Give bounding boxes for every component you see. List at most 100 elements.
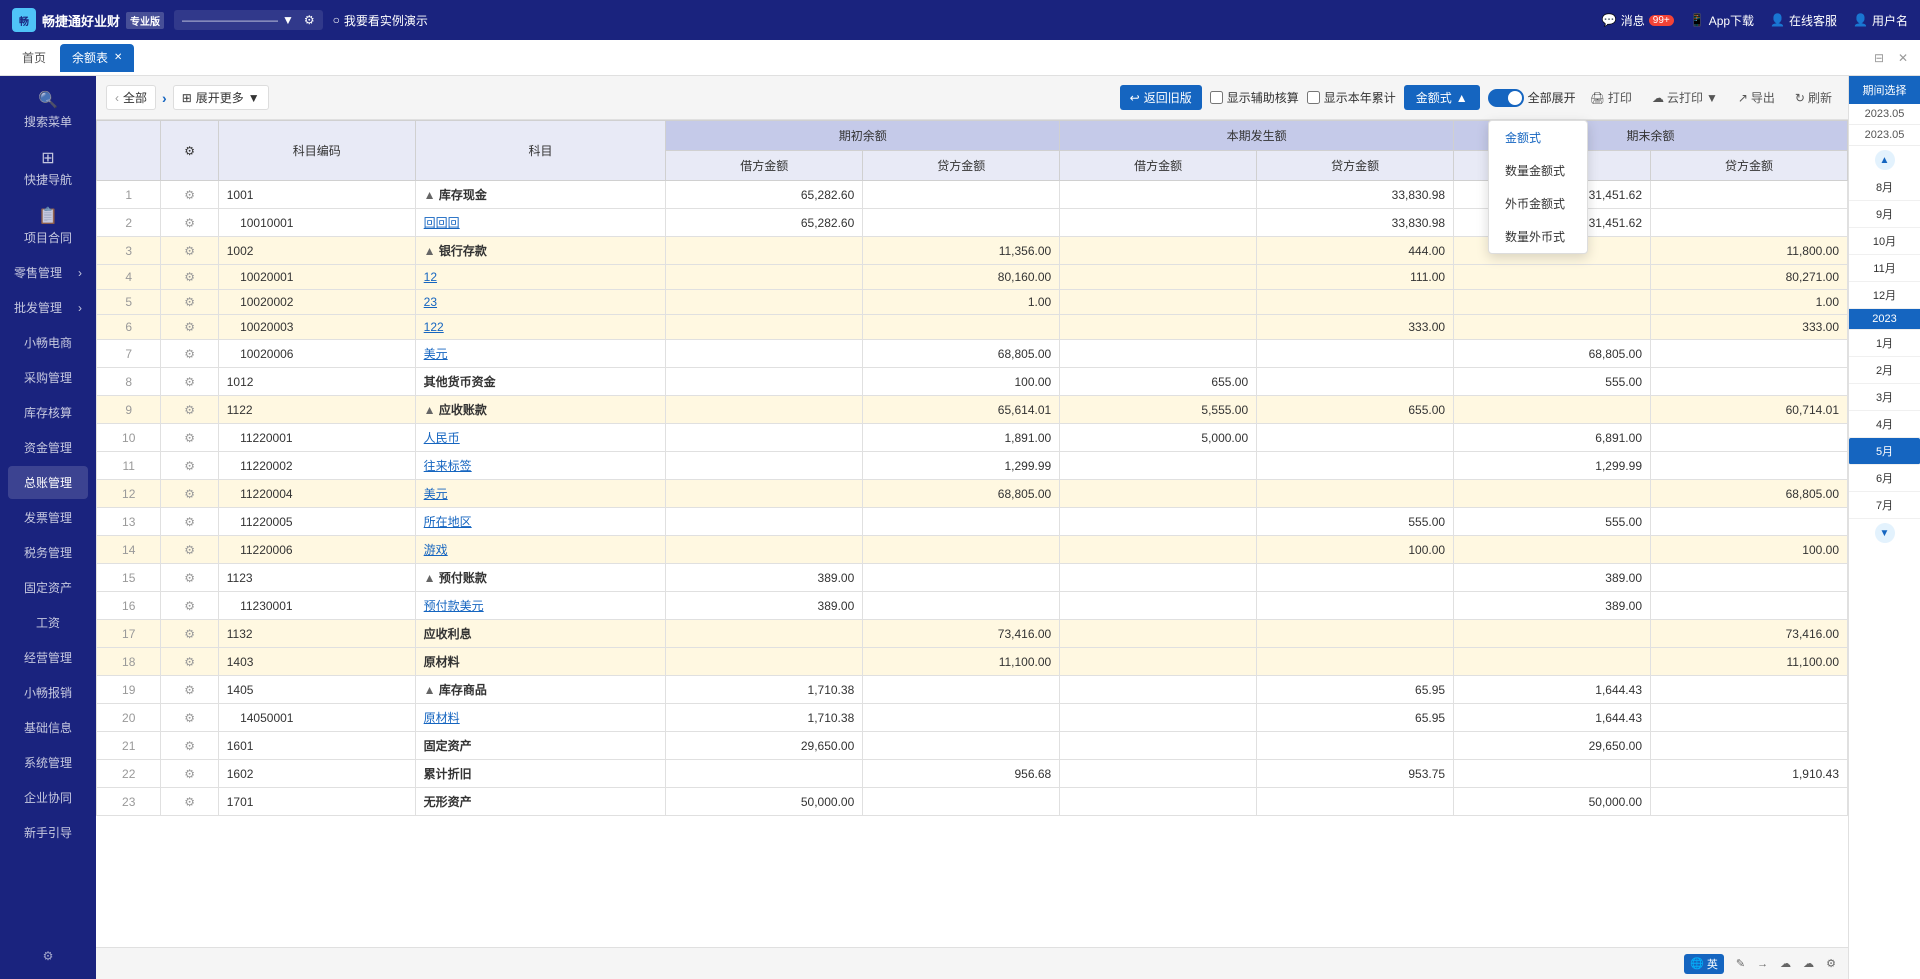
cell-name[interactable]: 回回回: [415, 209, 666, 237]
sidebar-item-operations[interactable]: 经营管理: [8, 641, 88, 674]
sidebar-settings-btn[interactable]: ⚙: [8, 941, 88, 971]
period-month-10[interactable]: 10月: [1849, 228, 1920, 255]
period-month-4[interactable]: 4月: [1849, 411, 1920, 438]
period-month-12[interactable]: 12月: [1849, 282, 1920, 309]
cell-settings[interactable]: ⚙: [161, 424, 218, 452]
cell-settings[interactable]: ⚙: [161, 452, 218, 480]
sidebar-item-fixed-assets[interactable]: 固定资产: [8, 571, 88, 604]
tab-balance[interactable]: 余额表 ✕: [60, 44, 134, 72]
show-ytd-checkbox-label[interactable]: 显示本年累计: [1307, 89, 1396, 106]
sidebar-item-tax[interactable]: 税务管理: [8, 536, 88, 569]
sidebar-item-retail[interactable]: 零售管理 ›: [8, 256, 88, 289]
period-month-8[interactable]: 8月: [1849, 174, 1920, 201]
cell-name[interactable]: 23: [415, 290, 666, 315]
expand-all-toggle[interactable]: 全部展开: [1488, 89, 1576, 107]
cell-settings[interactable]: ⚙: [161, 536, 218, 564]
sidebar-item-guide[interactable]: 新手引导: [8, 816, 88, 849]
cell-settings[interactable]: ⚙: [161, 396, 218, 424]
cell-name[interactable]: 游戏: [415, 536, 666, 564]
period-month-3[interactable]: 3月: [1849, 384, 1920, 411]
sidebar-item-cooperation[interactable]: 企业协同: [8, 781, 88, 814]
period-month-7[interactable]: 7月: [1849, 492, 1920, 519]
cell-name[interactable]: 122: [415, 315, 666, 340]
cell-name[interactable]: 所在地区: [415, 508, 666, 536]
period-month-1[interactable]: 1月: [1849, 330, 1920, 357]
cell-settings[interactable]: ⚙: [161, 209, 218, 237]
sidebar-item-inventory[interactable]: 库存核算: [8, 396, 88, 429]
sidebar-item-search[interactable]: 🔍 搜索菜单: [8, 82, 88, 138]
online-service-action[interactable]: 👤 在线客服: [1770, 12, 1837, 29]
status-cloud-icon[interactable]: ☁: [1780, 957, 1791, 970]
period-down-btn[interactable]: ▼: [1875, 523, 1895, 543]
return-old-btn[interactable]: ↩ 返回旧版: [1120, 85, 1202, 110]
cell-settings[interactable]: ⚙: [161, 480, 218, 508]
tab-close-icon[interactable]: ✕: [114, 52, 122, 63]
cell-settings[interactable]: ⚙: [161, 315, 218, 340]
show-ytd-checkbox[interactable]: [1307, 91, 1320, 104]
sidebar-item-basic-info[interactable]: 基础信息: [8, 711, 88, 744]
sidebar-item-system[interactable]: 系统管理: [8, 746, 88, 779]
cell-settings[interactable]: ⚙: [161, 508, 218, 536]
sidebar-item-project[interactable]: 📋 项目合同: [8, 198, 88, 254]
cell-settings[interactable]: ⚙: [161, 760, 218, 788]
cell-settings[interactable]: ⚙: [161, 290, 218, 315]
sidebar-item-capital[interactable]: 资金管理: [8, 431, 88, 464]
language-btn[interactable]: 🌐 英: [1684, 954, 1724, 974]
sidebar-item-ledger[interactable]: 总账管理: [8, 466, 88, 499]
dropdown-item-3[interactable]: 数量外币式: [1489, 220, 1587, 253]
settings-icon[interactable]: ⚙: [304, 13, 315, 27]
cell-settings[interactable]: ⚙: [161, 564, 218, 592]
refresh-btn[interactable]: ↻ 刷新: [1789, 86, 1838, 109]
cell-settings[interactable]: ⚙: [161, 648, 218, 676]
th-settings[interactable]: ⚙: [161, 121, 218, 181]
cell-name[interactable]: 人民币: [415, 424, 666, 452]
app-download-action[interactable]: 📱 App下载: [1690, 12, 1754, 29]
cell-name[interactable]: 12: [415, 265, 666, 290]
cell-settings[interactable]: ⚙: [161, 181, 218, 209]
breadcrumb-all-btn[interactable]: ‹ 全部: [106, 85, 156, 110]
status-arrow-icon[interactable]: →: [1757, 958, 1768, 970]
expand-btn[interactable]: ⊞ 展开更多 ▼: [173, 85, 269, 110]
message-action[interactable]: 💬 消息 99+: [1602, 12, 1674, 29]
period-month-5[interactable]: 5月: [1849, 438, 1920, 465]
period-month-6[interactable]: 6月: [1849, 465, 1920, 492]
cell-name[interactable]: 原材料: [415, 704, 666, 732]
period-up-btn[interactable]: ▲: [1875, 150, 1895, 170]
period-month-9[interactable]: 9月: [1849, 201, 1920, 228]
sidebar-item-purchase[interactable]: 采购管理: [8, 361, 88, 394]
status-gear-icon[interactable]: ⚙: [1826, 957, 1836, 970]
status-sync-icon[interactable]: ☁: [1803, 957, 1814, 970]
jineshi-btn[interactable]: 金额式 ▲: [1404, 85, 1480, 110]
cloud-print-btn[interactable]: ☁ 云打印 ▼: [1646, 86, 1724, 109]
cell-settings[interactable]: ⚙: [161, 732, 218, 760]
period-month-2[interactable]: 2月: [1849, 357, 1920, 384]
cell-settings[interactable]: ⚙: [161, 676, 218, 704]
sidebar-item-salary[interactable]: 工资: [8, 606, 88, 639]
cell-settings[interactable]: ⚙: [161, 368, 218, 396]
cell-name[interactable]: 美元: [415, 340, 666, 368]
cell-name[interactable]: 预付款美元: [415, 592, 666, 620]
company-selector[interactable]: ———————— ▼ ⚙: [174, 10, 323, 30]
dropdown-item-0[interactable]: 金额式: [1489, 121, 1587, 154]
show-aux-checkbox-label[interactable]: 显示辅助核算: [1210, 89, 1299, 106]
sidebar-item-ecommerce[interactable]: 小畅电商: [8, 326, 88, 359]
sidebar-item-invoice[interactable]: 发票管理: [8, 501, 88, 534]
dropdown-item-2[interactable]: 外币金额式: [1489, 187, 1587, 220]
cell-settings[interactable]: ⚙: [161, 788, 218, 816]
sidebar-item-quicknav[interactable]: ⊞ 快捷导航: [8, 140, 88, 196]
cell-name[interactable]: 美元: [415, 480, 666, 508]
cell-settings[interactable]: ⚙: [161, 592, 218, 620]
cell-settings[interactable]: ⚙: [161, 620, 218, 648]
export-btn[interactable]: ↗ 导出: [1732, 86, 1781, 109]
print-btn[interactable]: 🖨 打印: [1584, 86, 1638, 109]
dropdown-item-1[interactable]: 数量金额式: [1489, 154, 1587, 187]
cell-settings[interactable]: ⚙: [161, 704, 218, 732]
tab-home[interactable]: 首页: [10, 44, 58, 72]
user-action[interactable]: 👤 用户名: [1853, 12, 1908, 29]
sidebar-item-wholesale[interactable]: 批发管理 ›: [8, 291, 88, 324]
status-edit-icon[interactable]: ✎: [1736, 957, 1745, 970]
toggle-switch-control[interactable]: [1488, 89, 1524, 107]
cell-name[interactable]: 往来标签: [415, 452, 666, 480]
show-aux-checkbox[interactable]: [1210, 91, 1223, 104]
cell-settings[interactable]: ⚙: [161, 340, 218, 368]
